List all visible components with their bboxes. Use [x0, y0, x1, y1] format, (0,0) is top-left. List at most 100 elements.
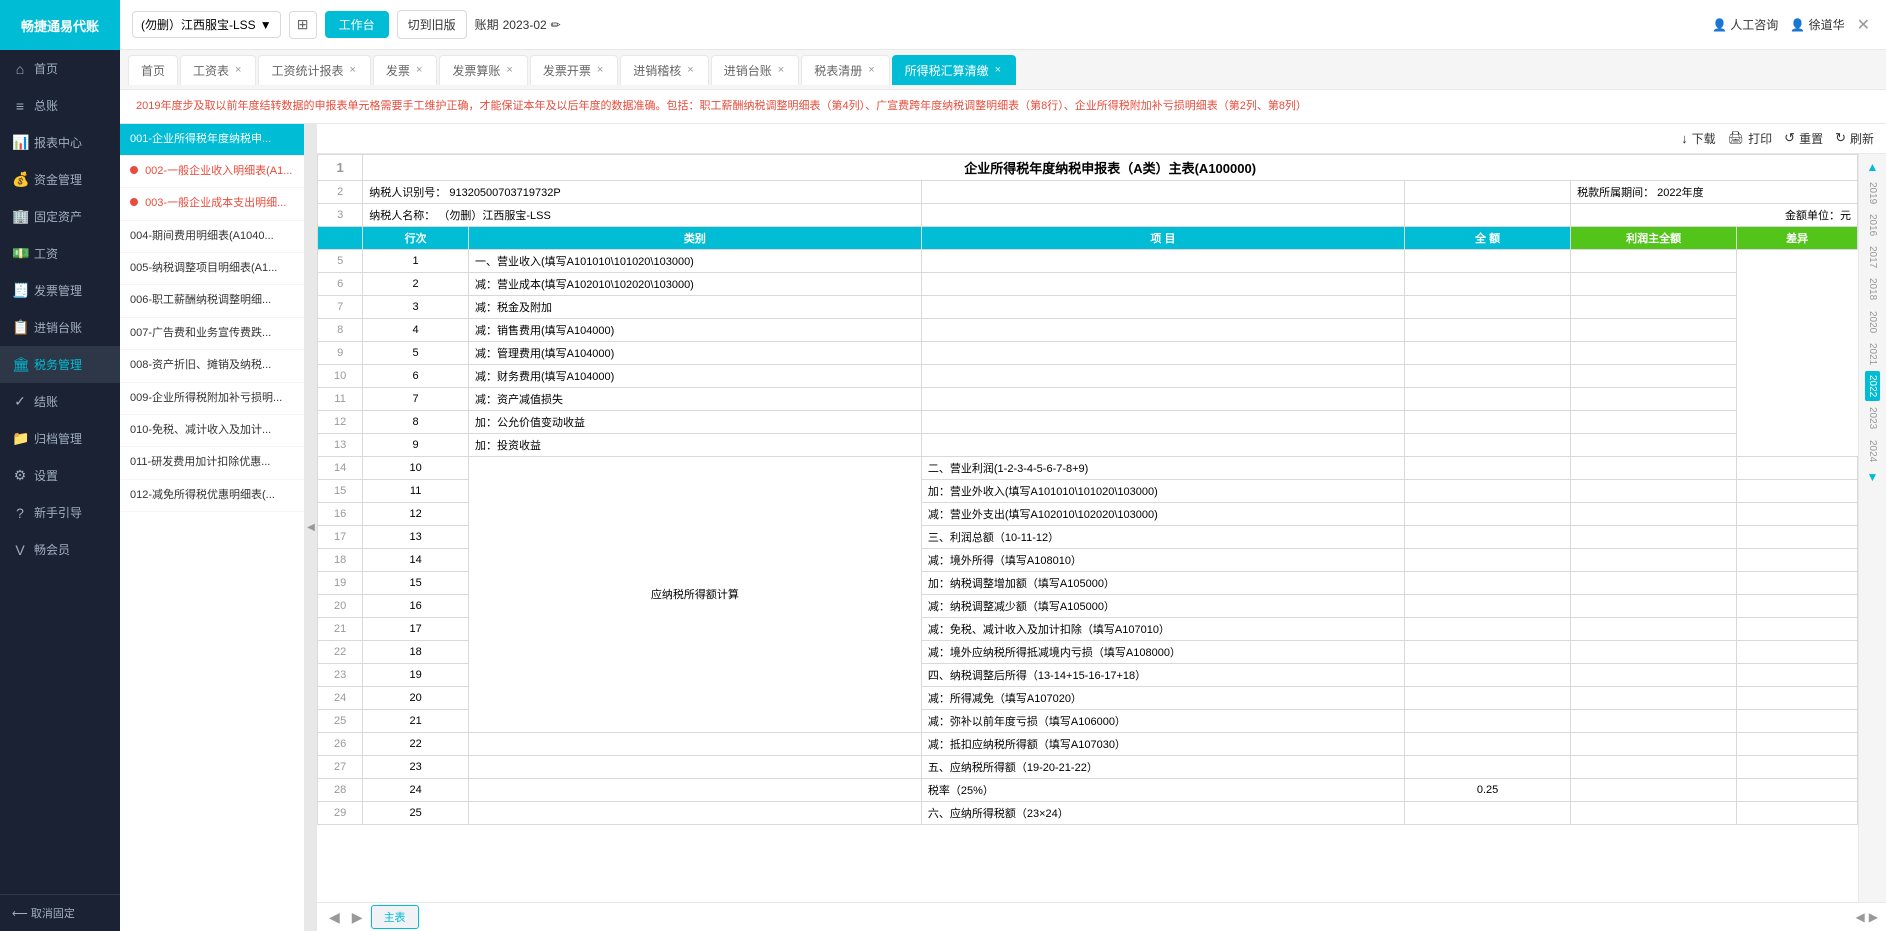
- sidebar-item-invoice[interactable]: 🧾 发票管理: [0, 272, 120, 309]
- item-cell[interactable]: 六、应纳所得税额（23×24）: [921, 801, 1404, 824]
- item-cell[interactable]: 减：财务费用(填写A104000): [468, 364, 921, 387]
- refresh-button[interactable]: ↻ 刷新: [1835, 130, 1874, 147]
- diff-cell[interactable]: [1737, 502, 1858, 525]
- year-2017[interactable]: 2017: [1865, 242, 1880, 272]
- amount-cell[interactable]: [1405, 755, 1571, 778]
- tab-payroll-stats[interactable]: 工资统计报表 ×: [258, 55, 370, 85]
- amount-cell[interactable]: [1405, 479, 1571, 502]
- item-cell[interactable]: 减：抵扣应纳税所得额（填写A107030）: [921, 732, 1404, 755]
- profit-cell[interactable]: [1405, 249, 1571, 272]
- tab-close-icon[interactable]: ×: [776, 64, 786, 76]
- amount-cell[interactable]: [1405, 640, 1571, 663]
- page-nav-right[interactable]: ▶: [1869, 910, 1878, 924]
- amount-cell[interactable]: [1405, 617, 1571, 640]
- item-cell[interactable]: 加：投资收益: [468, 433, 921, 456]
- profit-cell[interactable]: [1571, 502, 1737, 525]
- diff-cell[interactable]: [1737, 732, 1858, 755]
- item-cell[interactable]: 减：资产减值损失: [468, 387, 921, 410]
- diff-cell[interactable]: [1737, 778, 1858, 801]
- profit-cell[interactable]: [1571, 755, 1737, 778]
- workstation-button[interactable]: 工作台: [325, 11, 389, 38]
- amount-cell[interactable]: [1405, 709, 1571, 732]
- tab-close-icon[interactable]: ×: [504, 64, 514, 76]
- diff-cell[interactable]: [1737, 801, 1858, 824]
- profit-cell[interactable]: [1571, 594, 1737, 617]
- profit-cell[interactable]: [1405, 364, 1571, 387]
- amount-cell[interactable]: [921, 249, 1404, 272]
- edit-period-icon[interactable]: ✏: [551, 18, 561, 32]
- amount-cell[interactable]: [1405, 663, 1571, 686]
- item-cell[interactable]: 减：管理费用(填写A104000): [468, 341, 921, 364]
- form-list-item-009[interactable]: 009-企业所得税附加补亏损明...: [120, 383, 304, 415]
- amount-cell[interactable]: [1405, 594, 1571, 617]
- diff-cell[interactable]: [1571, 387, 1737, 410]
- item-cell[interactable]: 减：销售费用(填写A104000): [468, 318, 921, 341]
- year-up-arrow[interactable]: ▲: [1865, 158, 1881, 176]
- item-cell[interactable]: 减：营业外支出(填写A102010\102020\103000): [921, 502, 1404, 525]
- tab-jx-audit[interactable]: 进销稽核 ×: [620, 55, 708, 85]
- amount-cell[interactable]: [921, 364, 1404, 387]
- amount-cell[interactable]: [921, 341, 1404, 364]
- amount-cell[interactable]: [1405, 456, 1571, 479]
- tab-fapiao-open[interactable]: 发票开票 ×: [530, 55, 618, 85]
- item-cell[interactable]: 加：营业外收入(填写A101010\101020\103000): [921, 479, 1404, 502]
- company-selector[interactable]: (勿删）江西服宝-LSS ▼: [132, 11, 281, 38]
- sidebar-item-tax[interactable]: 🏛 税务管理: [0, 346, 120, 383]
- amount-cell[interactable]: [921, 410, 1404, 433]
- sidebar-item-payroll[interactable]: 💵 工资: [0, 235, 120, 272]
- form-list-item-011[interactable]: 011-研发费用加计扣除优惠...: [120, 447, 304, 479]
- item-cell[interactable]: 五、应纳税所得额（19-20-21-22）: [921, 755, 1404, 778]
- tab-close-icon[interactable]: ×: [866, 64, 876, 76]
- profit-cell[interactable]: [1405, 410, 1571, 433]
- diff-cell[interactable]: [1571, 295, 1737, 318]
- sidebar-item-archive[interactable]: 📁 归档管理: [0, 420, 120, 457]
- copy-icon-btn[interactable]: ⊞: [289, 11, 317, 39]
- year-2020[interactable]: 2020: [1865, 307, 1880, 337]
- user-name[interactable]: 👤 徐道华: [1790, 16, 1844, 33]
- amount-cell[interactable]: [1405, 502, 1571, 525]
- sidebar-item-home[interactable]: ⌂ 首页: [0, 50, 120, 87]
- item-cell[interactable]: 税率（25%）: [921, 778, 1404, 801]
- diff-cell[interactable]: [1571, 249, 1737, 272]
- sidebar-item-reports[interactable]: 📊 报表中心: [0, 124, 120, 161]
- form-list-item-005[interactable]: 005-纳税调整项目明细表(A1...: [120, 253, 304, 285]
- year-down-arrow[interactable]: ▼: [1865, 468, 1881, 486]
- profit-cell[interactable]: [1571, 663, 1737, 686]
- item-cell[interactable]: 加：公允价值变动收益: [468, 410, 921, 433]
- sheet-tab-main[interactable]: 主表: [371, 905, 419, 929]
- item-cell[interactable]: 加：纳税调整增加额（填写A105000）: [921, 571, 1404, 594]
- diff-cell[interactable]: [1737, 686, 1858, 709]
- service-button[interactable]: 👤 人工咨询: [1712, 16, 1778, 33]
- panel-collapse-btn[interactable]: ◀: [305, 124, 317, 931]
- profit-cell[interactable]: [1571, 686, 1737, 709]
- amount-cell[interactable]: [921, 295, 1404, 318]
- year-2022[interactable]: 2022: [1865, 371, 1880, 401]
- tab-tax-list[interactable]: 税表清册 ×: [801, 55, 889, 85]
- sidebar-item-vip[interactable]: V 畅会员: [0, 531, 120, 568]
- item-cell[interactable]: 减：境外应纳税所得抵减境内亏损（填写A108000）: [921, 640, 1404, 663]
- profit-cell[interactable]: [1405, 387, 1571, 410]
- profit-cell[interactable]: [1405, 341, 1571, 364]
- profit-cell[interactable]: [1571, 617, 1737, 640]
- item-cell[interactable]: 减：境外所得（填写A108010）: [921, 548, 1404, 571]
- tab-income-tax[interactable]: 所得税汇算清缴 ×: [892, 55, 1016, 85]
- profit-cell[interactable]: [1571, 525, 1737, 548]
- profit-cell[interactable]: [1405, 318, 1571, 341]
- tab-payroll[interactable]: 工资表 ×: [180, 55, 256, 85]
- diff-cell[interactable]: [1571, 272, 1737, 295]
- diff-cell[interactable]: [1737, 640, 1858, 663]
- amount-cell[interactable]: 0.25: [1405, 778, 1571, 801]
- sidebar-footer[interactable]: ⟵ 取消固定: [0, 894, 120, 931]
- form-list-item-008[interactable]: 008-资产折旧、摊销及纳税...: [120, 350, 304, 382]
- tab-close-icon[interactable]: ×: [993, 64, 1003, 76]
- tab-jx-ledger[interactable]: 进销台账 ×: [711, 55, 799, 85]
- diff-cell[interactable]: [1737, 663, 1858, 686]
- profit-cell[interactable]: [1405, 433, 1571, 456]
- sidebar-item-assets[interactable]: 💰 资金管理: [0, 161, 120, 198]
- year-2023[interactable]: 2023: [1865, 403, 1880, 433]
- diff-cell[interactable]: [1571, 341, 1737, 364]
- diff-cell[interactable]: [1737, 479, 1858, 502]
- profit-cell[interactable]: [1571, 640, 1737, 663]
- item-cell[interactable]: 一、营业收入(填写A101010\101020\103000): [468, 249, 921, 272]
- tab-close-icon[interactable]: ×: [233, 64, 243, 76]
